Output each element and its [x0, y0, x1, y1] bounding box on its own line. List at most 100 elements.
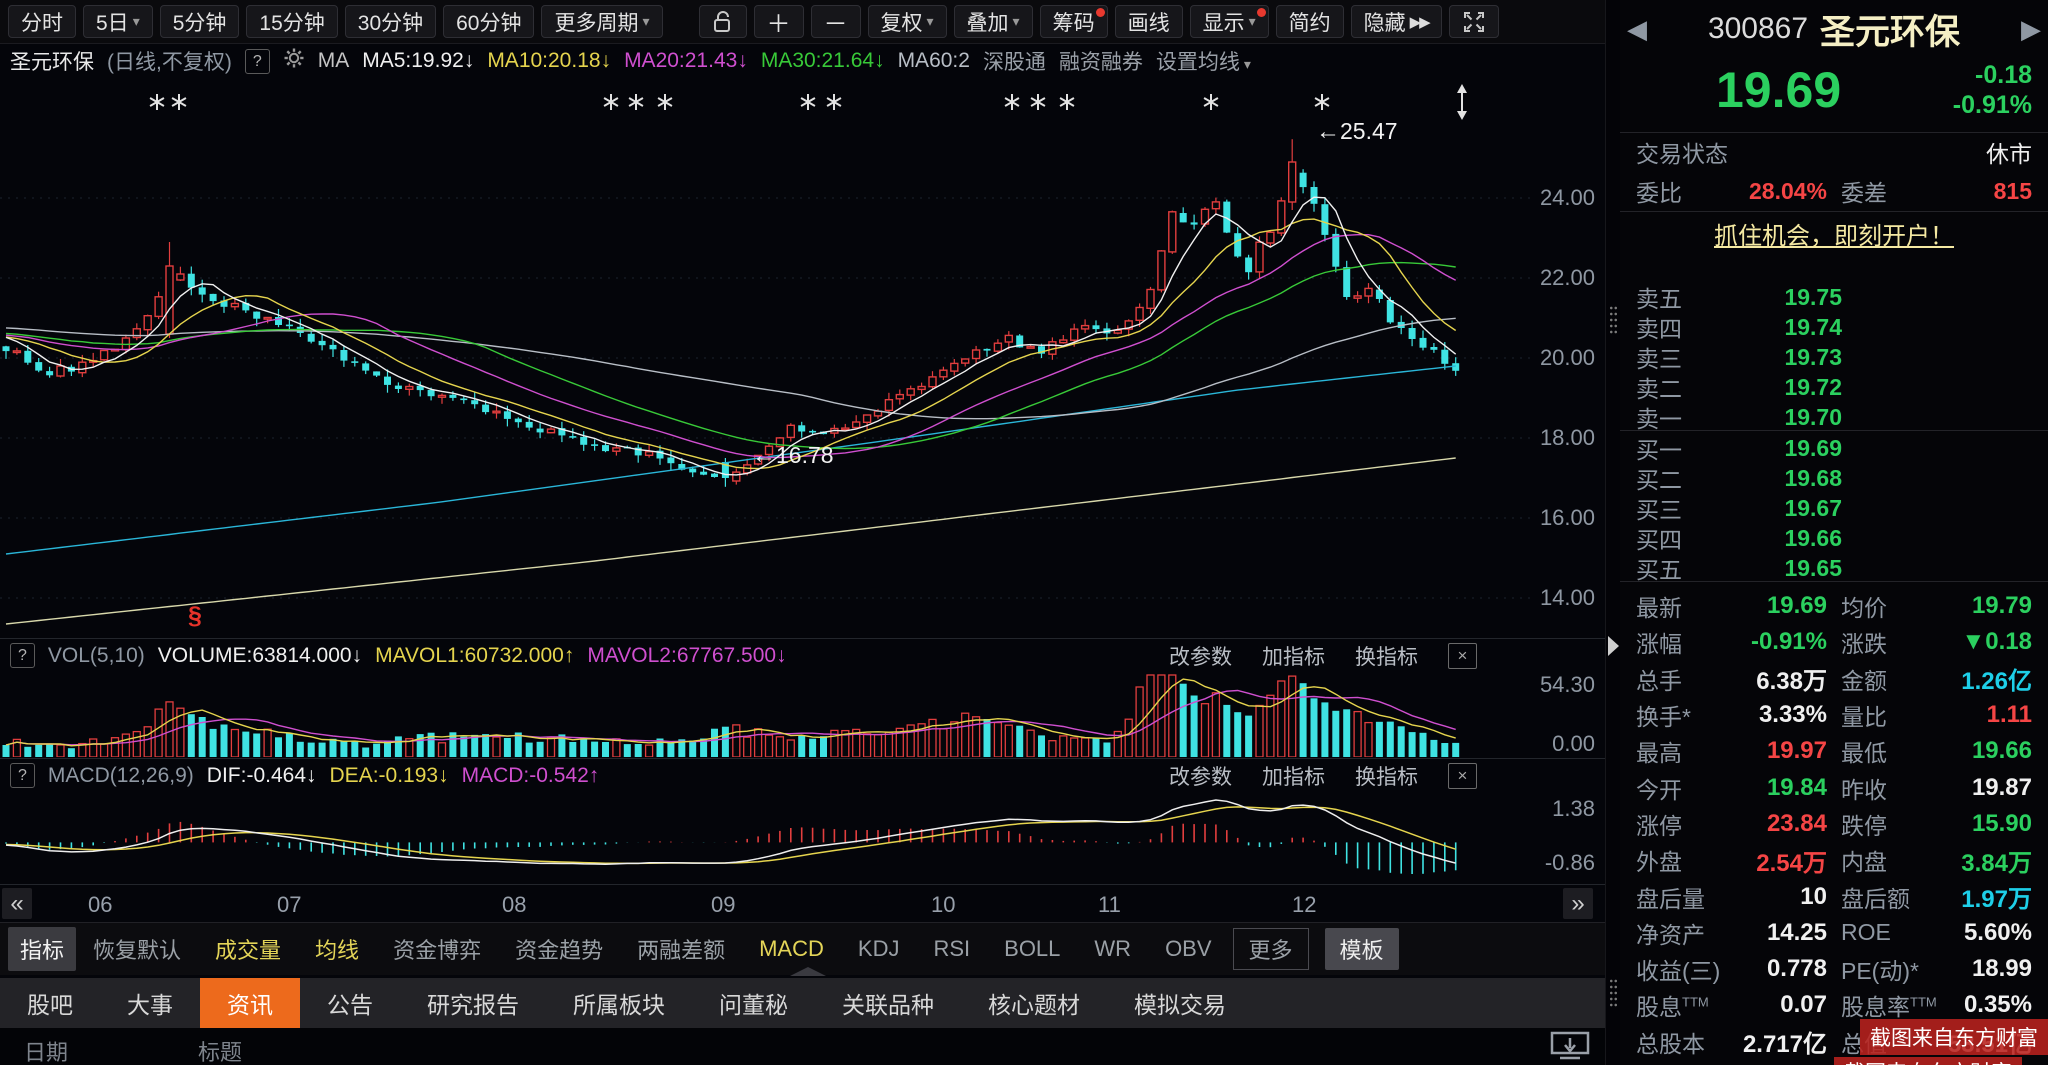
order-row[interactable]: 卖二19.7259	[1620, 370, 2048, 400]
period-5day[interactable]: 5日▾	[83, 5, 153, 38]
indicator-tab-BOLL[interactable]: BOLL	[987, 931, 1077, 967]
indicator-tab-KDJ[interactable]: KDJ	[841, 931, 917, 967]
ma-value-text: MA5:19.92	[362, 49, 464, 72]
price-axis-label: 24.00	[1475, 185, 1595, 211]
nav-tab-核心题材[interactable]: 核心题材	[961, 978, 1107, 1028]
month-label: 07	[277, 892, 301, 918]
period-fenshi[interactable]: 分时	[8, 5, 76, 38]
control-2[interactable]: 换指标	[1355, 641, 1418, 671]
macd-chart[interactable]: 1.38-0.86	[0, 792, 1605, 882]
help-icon[interactable]: ?	[10, 763, 35, 788]
control-0[interactable]: 改参数	[1169, 641, 1232, 671]
indicator-tab-两融差额[interactable]: 两融差额	[620, 928, 742, 970]
indicator-tab-MACD[interactable]: MACD	[742, 931, 841, 967]
nav-tab-公告[interactable]: 公告	[300, 978, 400, 1028]
indicator-tab-资金博弈[interactable]: 资金博弈	[376, 928, 498, 970]
simple-mode-button[interactable]: 简约	[1276, 5, 1344, 38]
nav-tab-问董秘[interactable]: 问董秘	[692, 978, 815, 1028]
next-stock-arrow-icon[interactable]: ▶	[2021, 14, 2041, 45]
indicator-tab-恢复默认[interactable]: 恢复默认	[76, 928, 198, 970]
order-row[interactable]: 卖五19.7515	[1620, 280, 2048, 310]
chart-header: 圣元环保(日线,不复权)?MAMA5:19.92↓MA10:20.18↓MA20…	[0, 44, 1605, 78]
nav-tab-大事[interactable]: 大事	[100, 978, 200, 1028]
stock-code: 300867	[1708, 12, 1808, 46]
prev-stock-arrow-icon[interactable]: ◀	[1627, 14, 1647, 45]
indicator-tab-WR[interactable]: WR	[1077, 931, 1148, 967]
control-1[interactable]: 加指标	[1262, 641, 1325, 671]
header-link-融资融券[interactable]: 融资融券	[1059, 46, 1143, 76]
volume-chart[interactable]: 54.300.00	[0, 672, 1605, 757]
kline-chart[interactable]: 24.0022.0020.0018.0016.0014.00←25.47←16.…	[0, 78, 1605, 638]
hide-button[interactable]: 隐藏▶▶	[1351, 5, 1442, 38]
nav-tab-模拟交易[interactable]: 模拟交易	[1107, 978, 1253, 1028]
close-icon[interactable]: ×	[1448, 643, 1477, 669]
order-row[interactable]: 买五19.65154	[1620, 551, 2048, 581]
order-row[interactable]: 买三19.67435	[1620, 491, 2048, 521]
order-row[interactable]: 卖一19.70566	[1620, 400, 2048, 430]
display-button[interactable]: 显示▾	[1190, 5, 1269, 38]
close-icon[interactable]: ×	[1448, 763, 1477, 789]
chips-button[interactable]: 筹码	[1040, 5, 1108, 38]
event-marker-icon[interactable]: §	[188, 602, 202, 631]
save-screenshot-icon[interactable]	[1548, 1031, 1592, 1065]
month-label: 12	[1292, 892, 1316, 918]
order-row[interactable]: 卖三19.73132	[1620, 340, 2048, 370]
collapse-handle-icon[interactable]	[790, 967, 826, 976]
indicator-tab-指标[interactable]: 指标	[8, 927, 76, 971]
zoom-out-button[interactable]: －	[811, 5, 861, 38]
ma-group-label[interactable]: MA	[318, 49, 350, 73]
period-30min[interactable]: 30分钟	[345, 5, 436, 38]
nav-tab-资讯[interactable]: 资讯	[200, 978, 300, 1028]
indicator-tab-RSI[interactable]: RSI	[916, 931, 987, 967]
draw-line-button[interactable]: 画线	[1115, 5, 1183, 38]
open-account-ad-link[interactable]: 抓住机会，即刻开户！	[1620, 212, 2048, 254]
indicator-tab-成交量[interactable]: 成交量	[198, 928, 298, 970]
control-1[interactable]: 加指标	[1262, 761, 1325, 791]
order-row[interactable]: 买二19.68405	[1620, 461, 2048, 491]
chart-stock-name: 圣元环保	[10, 46, 94, 76]
collapse-panel-arrow-icon[interactable]	[1608, 636, 1619, 656]
fullscreen-button[interactable]	[1449, 5, 1499, 38]
stat-label: PE(动)*	[1827, 952, 1945, 986]
header-link-设置均线[interactable]: 设置均线 ▾	[1156, 46, 1251, 76]
down-arrow-icon: ↓	[776, 644, 787, 667]
stat-value: 18.99	[1945, 955, 2032, 983]
help-icon[interactable]: ?	[245, 49, 270, 74]
order-row[interactable]: 卖四19.74274	[1620, 310, 2048, 340]
indicator-tab-模板[interactable]: 模板	[1325, 928, 1399, 970]
help-icon[interactable]: ?	[10, 643, 35, 668]
nav-tab-所属板块[interactable]: 所属板块	[546, 978, 692, 1028]
high-value: 25.47	[1340, 118, 1398, 144]
page-right-button[interactable]: »	[1563, 888, 1593, 919]
overlay-button[interactable]: 叠加▾	[954, 5, 1033, 38]
fuquan-button[interactable]: 复权▾	[868, 5, 947, 38]
nav-tab-研究报告[interactable]: 研究报告	[400, 978, 546, 1028]
period-5min[interactable]: 5分钟	[160, 5, 240, 38]
drag-grip[interactable]	[1609, 305, 1618, 335]
indicator-tab-OBV[interactable]: OBV	[1148, 931, 1228, 967]
zoom-in-button[interactable]: ＋	[754, 5, 804, 38]
control-0[interactable]: 改参数	[1169, 761, 1232, 791]
drag-grip[interactable]	[1609, 978, 1618, 1008]
header-link-深股通[interactable]: 深股通	[983, 46, 1046, 76]
ma-value: MA30:21.64↓	[761, 49, 885, 73]
nav-tab-关联品种[interactable]: 关联品种	[815, 978, 961, 1028]
nav-tab-股吧[interactable]: 股吧	[0, 978, 100, 1028]
order-row[interactable]: 买一19.69271	[1620, 431, 2048, 461]
period-5day-label: 5日	[96, 7, 129, 37]
indicator-tab-均线[interactable]: 均线	[298, 928, 376, 970]
price-change: -0.18	[1953, 60, 2032, 90]
indicator-tab-资金趋势[interactable]: 资金趋势	[498, 928, 620, 970]
more-periods[interactable]: 更多周期▾	[541, 5, 662, 38]
stat-label: 跌停	[1827, 807, 1945, 841]
control-2[interactable]: 换指标	[1355, 761, 1418, 791]
gear-icon[interactable]	[283, 47, 305, 75]
indicator-tab-更多[interactable]: 更多	[1233, 928, 1309, 970]
period-60min[interactable]: 60分钟	[443, 5, 534, 38]
order-row[interactable]: 买四19.66596	[1620, 521, 2048, 551]
lock-button[interactable]	[699, 5, 747, 38]
page-left-button[interactable]: «	[2, 888, 32, 919]
panel-divider[interactable]	[1605, 0, 1621, 1065]
period-15min[interactable]: 15分钟	[246, 5, 337, 38]
caret-down-icon: ▾	[642, 13, 649, 30]
